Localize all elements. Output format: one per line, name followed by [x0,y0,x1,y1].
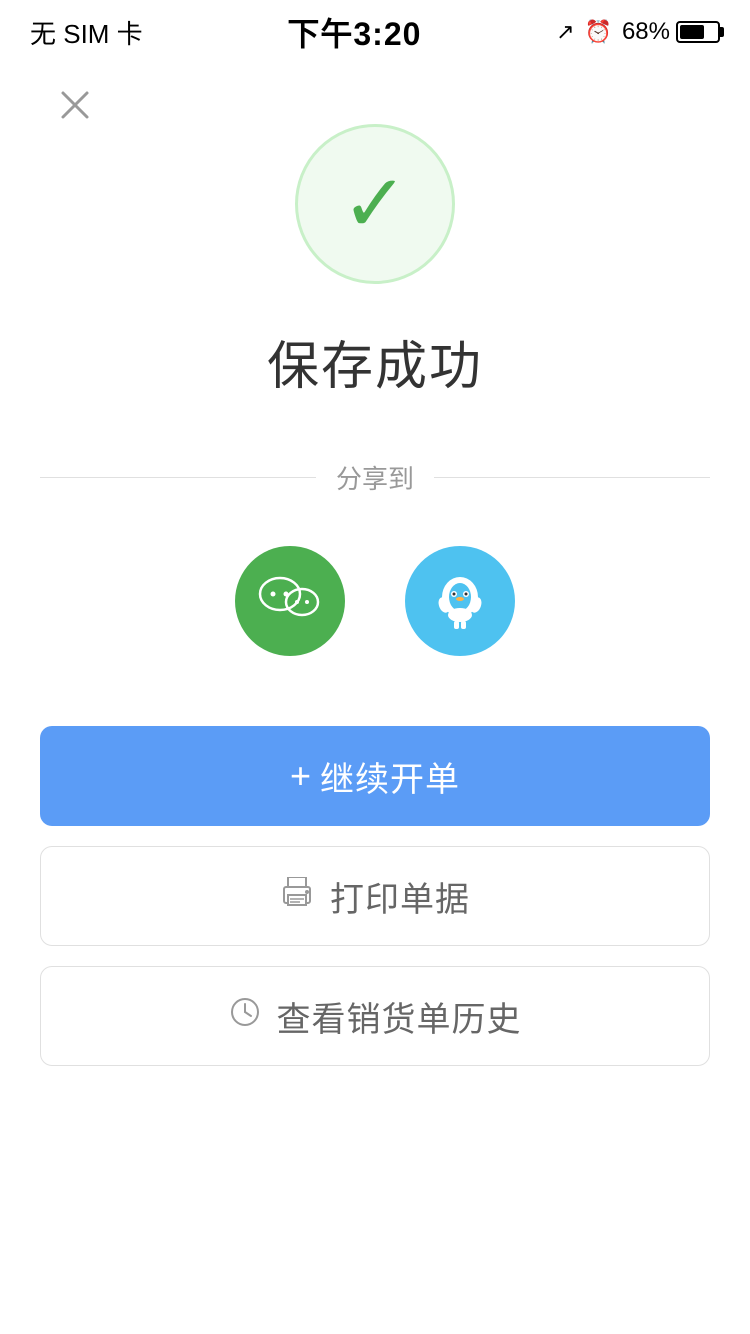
share-line-right [434,477,710,478]
status-left: 无 SIM 卡 [30,14,153,51]
carrier-label: 无 SIM 卡 [30,14,143,51]
main-content: ✓ 保存成功 分享到 [0,64,750,1066]
print-label: 打印单据 [330,872,470,921]
print-icon [280,877,314,915]
share-line-left [40,477,316,478]
close-button[interactable] [50,80,100,130]
success-icon-circle: ✓ [295,124,455,284]
checkmark-icon: ✓ [341,164,408,244]
share-label: 分享到 [316,459,434,496]
battery-percent: 68% [622,18,670,46]
battery-container: 68% [622,18,720,46]
continue-button[interactable]: + 继续开单 [40,726,710,826]
qq-share-button[interactable] [405,546,515,656]
continue-label: 继续开单 [320,752,460,801]
history-label: 查看销货单历史 [277,992,522,1041]
history-button[interactable]: 查看销货单历史 [40,966,710,1066]
status-right: ↗ ⏰ 68% [556,18,720,46]
status-time: 下午3:20 [287,9,421,55]
battery-icon [676,21,720,43]
success-title: 保存成功 [267,324,483,399]
status-bar: 无 SIM 卡 下午3:20 ↗ ⏰ 68% [0,0,750,64]
share-icons [235,546,515,656]
wechat-share-button[interactable] [235,546,345,656]
history-icon [229,996,261,1037]
location-icon: ↗ [556,19,574,45]
print-button[interactable]: 打印单据 [40,846,710,946]
action-buttons: + 继续开单 打印单据 [0,726,750,1066]
alarm-icon: ⏰ [585,19,612,45]
share-section: 分享到 [0,459,750,496]
continue-icon: + [290,755,312,797]
